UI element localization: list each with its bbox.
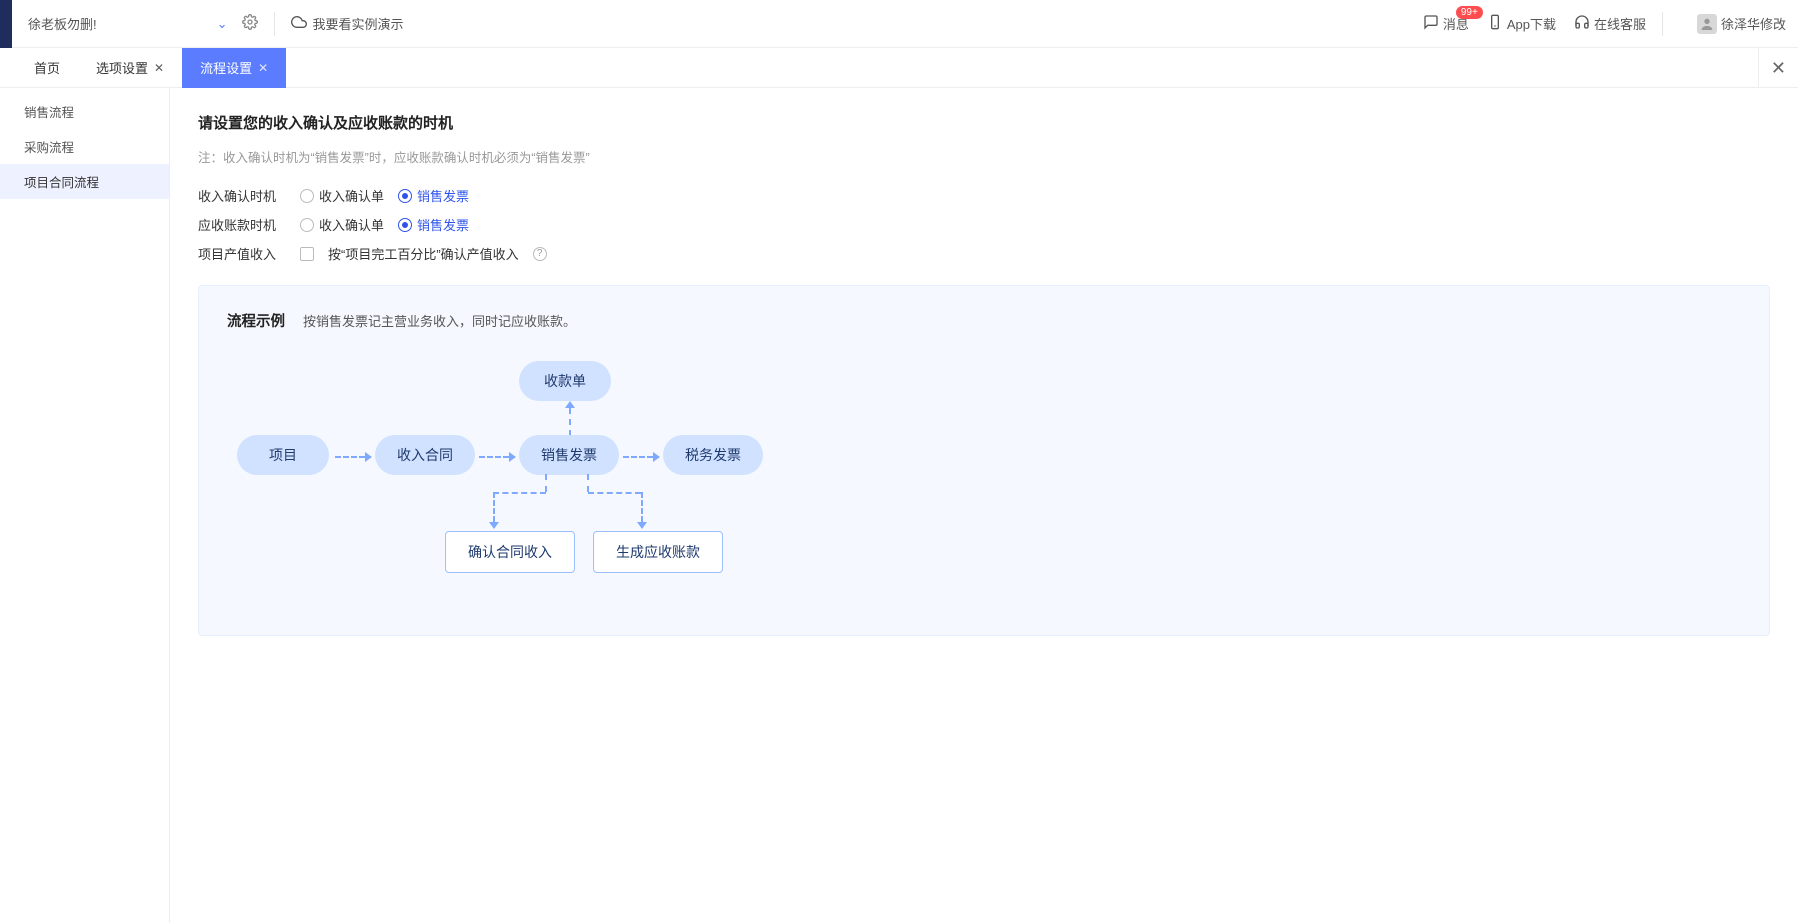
dash-line [493,492,546,494]
page-note: 注：收入确认时机为“销售发票”时，应收账款确认时机必须为“销售发票” [198,147,1770,166]
sidebar-item-label: 项目合同流程 [24,176,99,190]
radio-circle-icon [398,189,412,203]
radio-label: 销售发票 [417,215,469,234]
sidebar-item-project-contract-flow[interactable]: 项目合同流程 [0,164,169,199]
arrow-right-icon [623,452,660,462]
page-title: 请设置您的收入确认及应收账款的时机 [198,112,1770,133]
row-receivable: 应收账款时机 收入确认单 销售发票 [198,215,1770,234]
arrow-right-icon [479,452,516,462]
phone-icon [1487,14,1503,33]
online-service-action[interactable]: 在线客服 [1574,14,1646,33]
dash-line [588,492,641,494]
radio-sales-invoice[interactable]: 销售发票 [398,215,469,234]
flow-title: 流程示例 [227,310,285,331]
arrow-down-icon [489,492,499,529]
user-name: 徐泽华修改 [1721,14,1786,33]
message-action[interactable]: 消息 99+ [1423,14,1469,33]
sidebar-item-label: 采购流程 [24,141,74,155]
app-download-action[interactable]: App下载 [1487,14,1556,33]
avatar-icon [1697,14,1717,34]
dash-line [545,474,547,492]
content: 请设置您的收入确认及应收账款的时机 注：收入确认时机为“销售发票”时，应收账款确… [170,88,1798,923]
divider [1662,12,1663,36]
gear-icon[interactable] [242,14,258,33]
left-app-stripe [0,0,12,48]
message-icon [1423,14,1439,33]
flow-area: 收款单 项目 收入合同 销售发票 税务发票 [227,361,1741,591]
sidebar: 销售流程 采购流程 项目合同流程 [0,88,170,923]
radio-income-confirm-doc[interactable]: 收入确认单 [300,186,384,205]
checkbox-label: 按“项目完工百分比”确认产值收入 [328,244,519,263]
user-menu[interactable]: 徐泽华修改 [1697,14,1786,34]
divider [274,12,275,36]
arrow-right-icon [335,452,372,462]
radio-circle-icon [398,218,412,232]
tab-label: 选项设置 [96,58,148,77]
demo-link[interactable]: 我要看实例演示 [291,14,404,33]
top-bar: 徐老板勿删! ⌄ 我要看实例演示 消息 99+ App下载 在线客服 徐泽 [0,0,1798,48]
flow-node-project: 项目 [237,435,329,475]
tab-label: 首页 [34,58,60,77]
sidebar-item-sales-flow[interactable]: 销售流程 [0,94,169,129]
radio-circle-icon [300,189,314,203]
flow-node-gen-receivable: 生成应收账款 [593,531,723,573]
radio-sales-invoice[interactable]: 销售发票 [398,186,469,205]
app-download-label: App下载 [1507,14,1556,33]
org-name: 徐老板勿删! [28,14,97,33]
help-icon[interactable]: ? [533,247,547,261]
flow-desc: 按销售发票记主营业务收入，同时记应收账款。 [303,311,576,330]
radio-circle-icon [300,218,314,232]
cloud-icon [291,14,307,33]
tabs-row: 首页 选项设置 ✕ 流程设置 ✕ ✕ [0,48,1798,88]
headset-icon [1574,14,1590,33]
radio-label: 收入确认单 [319,186,384,205]
arrow-down-icon [637,492,647,529]
flow-node-sales-invoice: 销售发票 [519,435,619,475]
close-icon[interactable]: ✕ [258,61,268,75]
org-selector[interactable]: 徐老板勿删! ⌄ [20,14,236,33]
tab-flow-settings[interactable]: 流程设置 ✕ [182,48,286,88]
arrow-up-icon [565,401,575,436]
radio-label: 销售发票 [417,186,469,205]
online-service-label: 在线客服 [1594,14,1646,33]
body: 销售流程 采购流程 项目合同流程 请设置您的收入确认及应收账款的时机 注：收入确… [0,88,1798,923]
close-icon[interactable]: ✕ [154,61,164,75]
row-label: 收入确认时机 [198,186,286,205]
tab-home[interactable]: 首页 [16,48,78,88]
row-project-output: 项目产值收入 按“项目完工百分比”确认产值收入 ? [198,244,1770,263]
flow-header: 流程示例 按销售发票记主营业务收入，同时记应收账款。 [227,310,1741,331]
sidebar-item-label: 销售流程 [24,106,74,120]
flow-node-income-contract: 收入合同 [375,435,475,475]
tab-label: 流程设置 [200,58,252,77]
flow-node-confirm-income: 确认合同收入 [445,531,575,573]
row-label: 应收账款时机 [198,215,286,234]
chevron-down-icon: ⌄ [217,16,228,32]
checkbox-project-percent[interactable] [300,247,314,261]
tab-option-settings[interactable]: 选项设置 ✕ [78,48,182,88]
sidebar-item-purchase-flow[interactable]: 采购流程 [0,129,169,164]
close-all-tabs[interactable]: ✕ [1758,48,1786,88]
row-income-confirm: 收入确认时机 收入确认单 销售发票 [198,186,1770,205]
flow-node-receipt: 收款单 [519,361,611,401]
dash-line [587,474,589,492]
radio-income-confirm-doc[interactable]: 收入确认单 [300,215,384,234]
row-label: 项目产值收入 [198,244,286,263]
radio-label: 收入确认单 [319,215,384,234]
demo-link-label: 我要看实例演示 [313,14,404,33]
message-badge: 99+ [1456,6,1483,19]
flow-panel: 流程示例 按销售发票记主营业务收入，同时记应收账款。 收款单 项目 收入合同 销… [198,285,1770,636]
flow-node-tax-invoice: 税务发票 [663,435,763,475]
